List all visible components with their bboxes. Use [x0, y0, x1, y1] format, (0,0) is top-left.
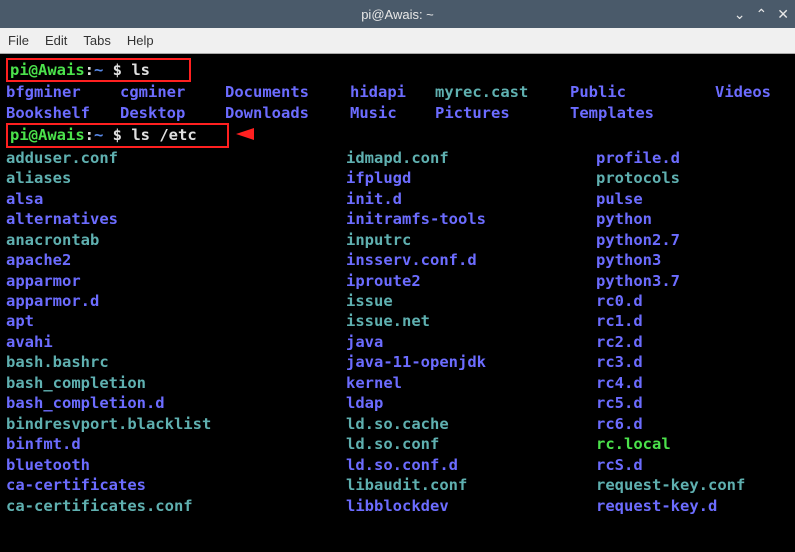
ls-item: cgminer	[120, 82, 225, 102]
close-icon[interactable]: ✕	[777, 6, 789, 23]
etc-item: apparmor.d	[6, 291, 346, 311]
etc-item: ld.so.conf	[346, 434, 596, 454]
etc-item: request-key.conf	[596, 475, 789, 495]
etc-item: avahi	[6, 332, 346, 352]
etc-item: rcS.d	[596, 455, 789, 475]
etc-item: init.d	[346, 189, 596, 209]
ls-item	[715, 103, 789, 123]
ls-item: Templates	[570, 103, 715, 123]
etc-item: rc.local	[596, 434, 789, 454]
etc-item: alsa	[6, 189, 346, 209]
etc-item: python2.7	[596, 230, 789, 250]
ls-item: Videos	[715, 82, 789, 102]
etc-item: profile.d	[596, 148, 789, 168]
etc-item: libaudit.conf	[346, 475, 596, 495]
titlebar[interactable]: pi@Awais: ~ ⌄ ⌃ ✕	[0, 0, 795, 28]
menu-edit[interactable]: Edit	[45, 33, 67, 48]
ls-item: hidapi	[350, 82, 435, 102]
etc-item: ld.so.conf.d	[346, 455, 596, 475]
etc-item: ldap	[346, 393, 596, 413]
etc-item: libblockdev	[346, 496, 596, 516]
ls-item: Bookshelf	[6, 103, 120, 123]
minimize-icon[interactable]: ⌄	[734, 6, 746, 23]
ls-item: Downloads	[225, 103, 350, 123]
etc-item: request-key.d	[596, 496, 789, 516]
arrow-icon	[236, 128, 254, 140]
etc-item: rc4.d	[596, 373, 789, 393]
etc-item: inputrc	[346, 230, 596, 250]
etc-item: apparmor	[6, 271, 346, 291]
etc-item: anacrontab	[6, 230, 346, 250]
etc-item: python3.7	[596, 271, 789, 291]
highlight-box-1: pi@Awais:~ $ ls	[6, 58, 191, 82]
etc-item: idmapd.conf	[346, 148, 596, 168]
menu-file[interactable]: File	[8, 33, 29, 48]
etc-item: rc3.d	[596, 352, 789, 372]
window-title: pi@Awais: ~	[361, 7, 434, 22]
etc-item: protocols	[596, 168, 789, 188]
etc-item: adduser.conf	[6, 148, 346, 168]
terminal-window: pi@Awais: ~ ⌄ ⌃ ✕ File Edit Tabs Help pi…	[0, 0, 795, 552]
terminal-output[interactable]: pi@Awais:~ $ ls bfgminercgminerDocuments…	[0, 54, 795, 552]
etc-item: apache2	[6, 250, 346, 270]
etc-item: apt	[6, 311, 346, 331]
etc-item: java	[346, 332, 596, 352]
ls-item: Public	[570, 82, 715, 102]
etc-item: aliases	[6, 168, 346, 188]
etc-item: rc0.d	[596, 291, 789, 311]
etc-item: python3	[596, 250, 789, 270]
etc-item: initramfs-tools	[346, 209, 596, 229]
etc-item: iproute2	[346, 271, 596, 291]
etc-item: issue	[346, 291, 596, 311]
menu-help[interactable]: Help	[127, 33, 154, 48]
etc-item: bash_completion	[6, 373, 346, 393]
menubar: File Edit Tabs Help	[0, 28, 795, 54]
menu-tabs[interactable]: Tabs	[83, 33, 110, 48]
etc-item: rc1.d	[596, 311, 789, 331]
etc-item: bindresvport.blacklist	[6, 414, 346, 434]
maximize-icon[interactable]: ⌃	[756, 6, 768, 23]
ls-item: Music	[350, 103, 435, 123]
ls-item: Documents	[225, 82, 350, 102]
etc-item: rc2.d	[596, 332, 789, 352]
highlight-box-2: pi@Awais:~ $ ls /etc	[6, 123, 229, 147]
etc-item: bash.bashrc	[6, 352, 346, 372]
etc-item: python	[596, 209, 789, 229]
etc-item: rc6.d	[596, 414, 789, 434]
etc-item: issue.net	[346, 311, 596, 331]
etc-item: ifplugd	[346, 168, 596, 188]
etc-item: rc5.d	[596, 393, 789, 413]
etc-item: ca-certificates	[6, 475, 346, 495]
etc-item: java-11-openjdk	[346, 352, 596, 372]
etc-item: binfmt.d	[6, 434, 346, 454]
etc-item: alternatives	[6, 209, 346, 229]
ls-item: Pictures	[435, 103, 570, 123]
etc-item: kernel	[346, 373, 596, 393]
etc-item: bash_completion.d	[6, 393, 346, 413]
ls-item: bfgminer	[6, 82, 120, 102]
etc-item: ca-certificates.conf	[6, 496, 346, 516]
etc-item: ld.so.cache	[346, 414, 596, 434]
etc-item: insserv.conf.d	[346, 250, 596, 270]
window-controls: ⌄ ⌃ ✕	[734, 6, 789, 23]
etc-item: pulse	[596, 189, 789, 209]
ls-item: Desktop	[120, 103, 225, 123]
etc-item: bluetooth	[6, 455, 346, 475]
ls-item: myrec.cast	[435, 82, 570, 102]
